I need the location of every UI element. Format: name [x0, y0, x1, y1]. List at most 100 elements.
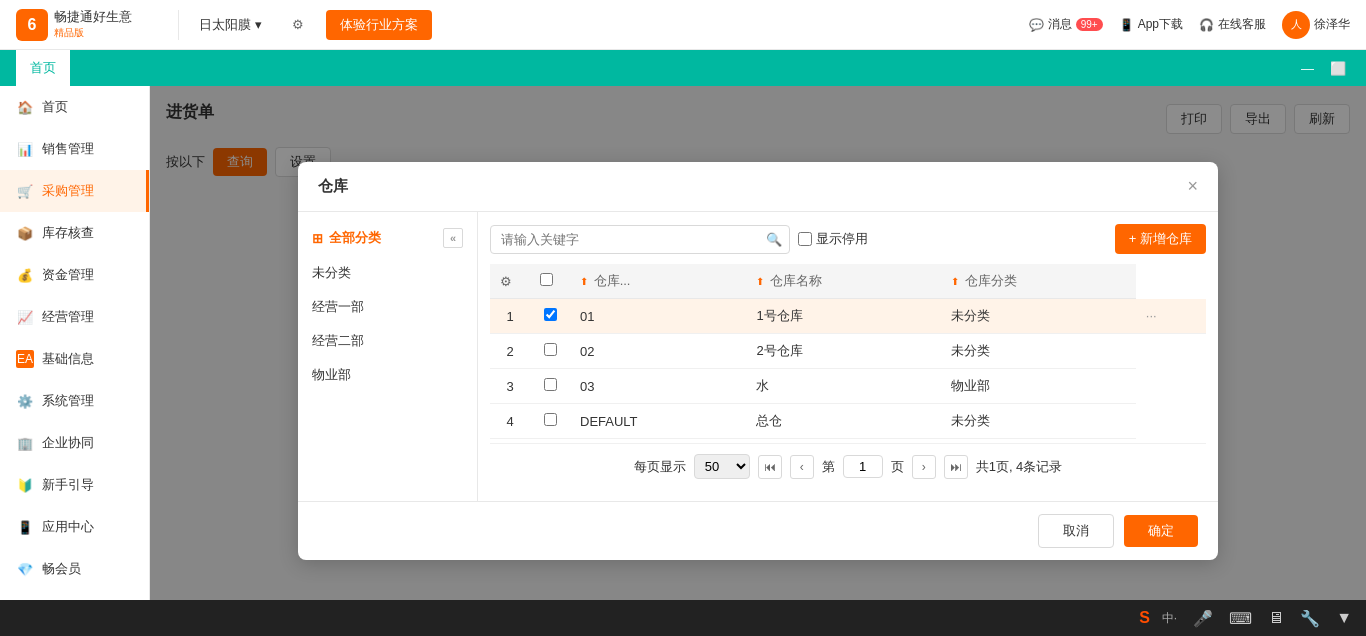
maximize-icon[interactable]: ⬜ [1326, 57, 1350, 80]
service-group[interactable]: 🎧 在线客服 [1199, 16, 1266, 33]
message-label: 消息 [1048, 16, 1072, 33]
logo-title: 畅捷通好生意 [54, 9, 132, 26]
row-code: DEFAULT [570, 404, 746, 439]
page-word: 第 [822, 458, 835, 476]
app-download-group[interactable]: 📱 App下载 [1119, 16, 1183, 33]
first-page-button[interactable]: ⏮ [758, 455, 782, 479]
sidebar-label-home: 首页 [42, 98, 68, 116]
operation-icon: 📈 [16, 308, 34, 326]
logo-sub: 精品版 [54, 26, 132, 40]
modal-toolbar: 🔍 显示停用 + 新增仓库 [490, 224, 1206, 254]
trial-button[interactable]: 体验行业方案 [326, 10, 432, 40]
monitor-icon[interactable]: 🖥 [1264, 609, 1288, 627]
search-input[interactable] [490, 225, 790, 254]
row-name: 水 [746, 369, 941, 404]
category-all-label: 全部分类 [329, 229, 381, 247]
row-checkbox-cell [530, 334, 570, 369]
category-item-ops2[interactable]: 经营二部 [298, 324, 477, 358]
category-item-unclassified[interactable]: 未分类 [298, 256, 477, 290]
wrench-icon[interactable]: 🔧 [1296, 609, 1324, 628]
chevron-down-icon: ▾ [255, 17, 262, 32]
page-total-info: 共1页, 4条记录 [976, 458, 1063, 476]
message-icon: 💬 [1029, 18, 1044, 32]
sidebar-item-newbie[interactable]: 🔰 新手引导 [0, 464, 149, 506]
member-icon: 💎 [16, 560, 34, 578]
sidebar-item-system[interactable]: ⚙️ 系统管理 [0, 380, 149, 422]
select-all-checkbox[interactable] [540, 273, 553, 286]
add-warehouse-button[interactable]: + 新增仓库 [1115, 224, 1206, 254]
sidebar-label-system: 系统管理 [42, 392, 94, 410]
sidebar-item-finance[interactable]: 💰 资金管理 [0, 254, 149, 296]
sub-header-right: — ⬜ [1297, 57, 1350, 80]
next-page-button[interactable]: › [912, 455, 936, 479]
row-checkbox[interactable] [544, 308, 557, 321]
sidebar-item-home[interactable]: 🏠 首页 [0, 86, 149, 128]
category-item-property[interactable]: 物业部 [298, 358, 477, 392]
app-label: App下载 [1138, 16, 1183, 33]
keyboard-icon[interactable]: ⌨ [1225, 609, 1256, 628]
sort-icon-name: ⬆ [756, 276, 764, 287]
col-header-check [530, 264, 570, 299]
sidebar-label-member: 畅会员 [42, 560, 81, 578]
row-name: 2号仓库 [746, 334, 941, 369]
top-header: 6 畅捷通好生意 精品版 日太阳膜 ▾ ⚙ 体验行业方案 💬 消息 99+ 📱 … [0, 0, 1366, 50]
last-page-button[interactable]: ⏭ [944, 455, 968, 479]
mic-icon[interactable]: 🎤 [1189, 609, 1217, 628]
row-actions[interactable]: ··· [1136, 299, 1206, 334]
confirm-button[interactable]: 确定 [1124, 515, 1198, 547]
subnav-home[interactable]: 首页 [16, 50, 70, 86]
main-layout: 🏠 首页 📊 销售管理 🛒 采购管理 📦 库存核查 💰 资金管理 📈 经营管理 … [0, 86, 1366, 636]
table-row[interactable]: 4 DEFAULT 总仓 未分类 [490, 404, 1206, 439]
show-disabled-checkbox[interactable] [798, 232, 812, 246]
row-checkbox[interactable] [544, 343, 557, 356]
sidebar-label-purchase: 采购管理 [42, 182, 94, 200]
col-header-name[interactable]: ⬆ 仓库名称 [746, 264, 941, 299]
minimize-icon[interactable]: — [1297, 57, 1318, 80]
cancel-button[interactable]: 取消 [1038, 514, 1114, 548]
store-name: 日太阳膜 [199, 16, 251, 34]
table-row[interactable]: 2 02 2号仓库 未分类 [490, 334, 1206, 369]
sidebar-item-purchase[interactable]: 🛒 采购管理 [0, 170, 149, 212]
category-item-ops1[interactable]: 经营一部 [298, 290, 477, 324]
category-all[interactable]: ⊞ 全部分类 « [298, 220, 477, 256]
row-checkbox[interactable] [544, 413, 557, 426]
col-header-code[interactable]: ⬆ 仓库... [570, 264, 746, 299]
pagination-bar: 每页显示 50 100 ⏮ ‹ 第 页 › ⏭ 共 [490, 443, 1206, 489]
row-checkbox-cell [530, 369, 570, 404]
row-checkbox[interactable] [544, 378, 557, 391]
collapse-button[interactable]: « [443, 228, 463, 248]
row-dots-icon[interactable]: ··· [1146, 308, 1157, 323]
sidebar-label-operation: 经营管理 [42, 308, 94, 326]
modal-close-button[interactable]: × [1187, 176, 1198, 197]
message-group[interactable]: 💬 消息 99+ [1029, 16, 1103, 33]
sidebar-item-member[interactable]: 💎 畅会员 [0, 548, 149, 590]
sidebar-item-apps[interactable]: 📱 应用中心 [0, 506, 149, 548]
prev-page-button[interactable]: ‹ [790, 455, 814, 479]
sidebar-item-basic[interactable]: EA 基础信息 [0, 338, 149, 380]
table-row[interactable]: 1 01 1号仓库 未分类 ··· [490, 299, 1206, 334]
col-header-gear[interactable]: ⚙ [490, 264, 530, 299]
sidebar-item-inventory[interactable]: 📦 库存核查 [0, 212, 149, 254]
sales-icon: 📊 [16, 140, 34, 158]
sidebar-item-sales[interactable]: 📊 销售管理 [0, 128, 149, 170]
search-icon[interactable]: 🔍 [766, 232, 782, 247]
table-row[interactable]: 3 03 水 物业部 [490, 369, 1206, 404]
store-selector[interactable]: 日太阳膜 ▾ [191, 12, 270, 38]
row-code: 01 [570, 299, 746, 334]
sidebar-item-operation[interactable]: 📈 经营管理 [0, 296, 149, 338]
expand-icon[interactable]: ▼ [1332, 609, 1356, 627]
sidebar-label-enterprise: 企业协同 [42, 434, 94, 452]
search-wrap: 🔍 [490, 225, 790, 254]
per-page-select[interactable]: 50 100 [694, 454, 750, 479]
modal-title: 仓库 [318, 177, 348, 196]
col-header-category[interactable]: ⬆ 仓库分类 [941, 264, 1136, 299]
user-name: 徐泽华 [1314, 16, 1350, 33]
page-unit: 页 [891, 458, 904, 476]
settings-icon[interactable]: ⚙ [282, 9, 314, 41]
page-number-input[interactable] [843, 455, 883, 478]
sidebar-item-enterprise[interactable]: 🏢 企业协同 [0, 422, 149, 464]
lang-icon[interactable]: 中· [1158, 610, 1181, 627]
user-group[interactable]: 人 徐泽华 [1282, 11, 1350, 39]
sidebar: 🏠 首页 📊 销售管理 🛒 采购管理 📦 库存核查 💰 资金管理 📈 经营管理 … [0, 86, 150, 636]
warehouse-table: ⚙ ⬆ 仓库... [490, 264, 1206, 439]
